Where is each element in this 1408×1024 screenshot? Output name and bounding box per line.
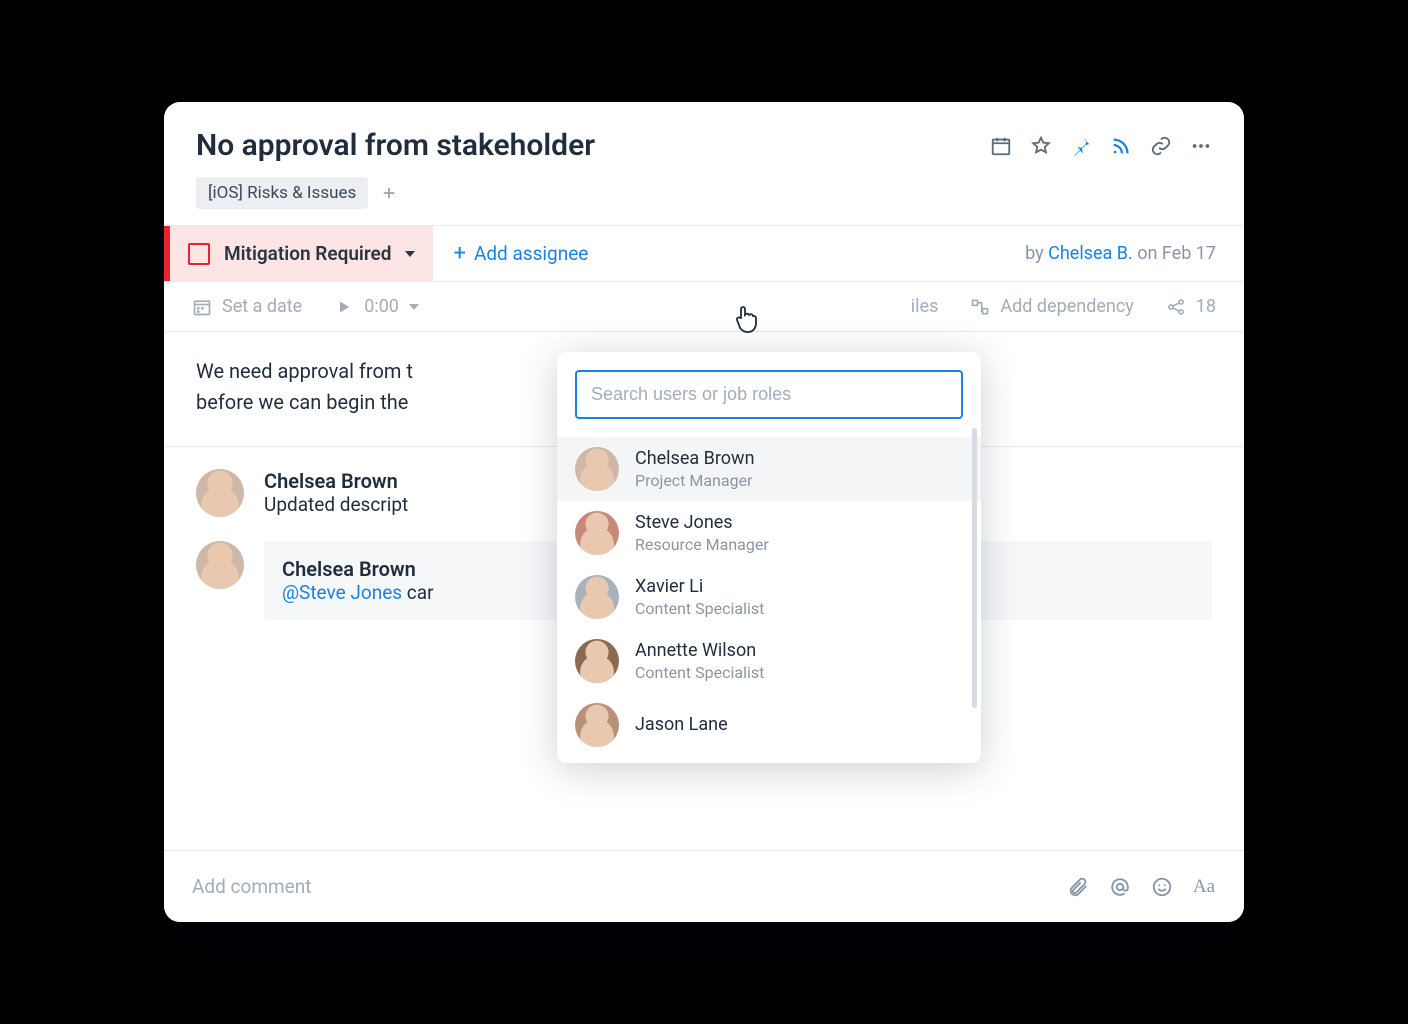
byline-author[interactable]: Chelsea B. <box>1048 243 1133 264</box>
status-label: Mitigation Required <box>224 242 391 265</box>
assignee-role: Project Manager <box>635 471 755 490</box>
more-icon[interactable] <box>1190 135 1212 157</box>
assignee-option[interactable]: Xavier LiContent Specialist <box>557 565 981 629</box>
share-icon <box>1166 297 1186 317</box>
task-title: No approval from stakeholder <box>196 128 990 163</box>
byline: by Chelsea B. on Feb 17 <box>997 227 1244 280</box>
assignee-role: Resource Manager <box>635 535 769 554</box>
assignee-name: Chelsea Brown <box>635 448 755 471</box>
avatar <box>196 541 244 589</box>
assignee-option[interactable]: Jason Lane <box>557 693 981 757</box>
assignee-option[interactable]: Steve JonesResource Manager <box>557 501 981 565</box>
assignee-role: Content Specialist <box>635 663 764 682</box>
comment-bar: Add comment Aa <box>164 850 1244 922</box>
mention[interactable]: @Steve Jones <box>282 581 402 604</box>
share-count: 18 <box>1196 296 1216 317</box>
time-tracking-button[interactable]: 0:00 <box>334 296 419 317</box>
scrollbar[interactable] <box>972 428 977 708</box>
comment-actions: Aa <box>1066 875 1216 899</box>
status-bar: Mitigation Required + Add assignee by Ch… <box>164 225 1244 282</box>
avatar <box>575 575 619 619</box>
attachment-icon[interactable] <box>1066 875 1090 899</box>
avatar <box>575 639 619 683</box>
calendar-icon[interactable] <box>990 135 1012 157</box>
avatar <box>575 447 619 491</box>
assignee-role: Content Specialist <box>635 599 764 618</box>
task-detail-window: No approval from stakeholder [iOS] Risks <box>164 102 1244 922</box>
byline-prefix: by <box>1025 243 1048 264</box>
assignee-option[interactable]: Annette WilsonContent Specialist <box>557 629 981 693</box>
meta-row: Set a date 0:00 iles Add dependency 18 <box>164 282 1244 332</box>
assignee-option[interactable]: Chelsea BrownProject Manager <box>557 437 981 501</box>
header: No approval from stakeholder <box>164 102 1244 177</box>
link-icon[interactable] <box>1150 135 1172 157</box>
time-label: 0:00 <box>364 296 399 317</box>
header-actions <box>990 135 1212 157</box>
pin-icon[interactable] <box>1070 135 1092 157</box>
avatar <box>575 511 619 555</box>
set-date-label: Set a date <box>222 296 302 317</box>
files-button[interactable]: iles <box>911 296 939 317</box>
chevron-down-icon <box>405 251 415 257</box>
plus-icon: + <box>453 243 465 265</box>
date-icon <box>192 297 212 317</box>
byline-date: on Feb 17 <box>1133 243 1216 264</box>
dependency-label: Add dependency <box>1000 296 1133 317</box>
assignee-search-input[interactable] <box>575 370 963 419</box>
assignee-name: Xavier Li <box>635 576 764 599</box>
add-dependency-button[interactable]: Add dependency <box>970 296 1133 317</box>
tags-row: [iOS] Risks & Issues <box>164 177 1244 225</box>
comment-input[interactable]: Add comment <box>192 875 1066 898</box>
chevron-down-icon <box>409 304 419 310</box>
add-assignee-label: Add assignee <box>474 242 588 265</box>
project-tag[interactable]: [iOS] Risks & Issues <box>196 177 368 209</box>
complete-checkbox[interactable] <box>188 243 210 265</box>
dependency-icon <box>970 297 990 317</box>
status-dropdown[interactable]: Mitigation Required <box>164 226 433 281</box>
files-label: iles <box>911 296 939 317</box>
emoji-icon[interactable] <box>1150 875 1174 899</box>
play-icon <box>334 297 354 317</box>
avatar <box>575 703 619 747</box>
format-icon[interactable]: Aa <box>1192 875 1216 899</box>
assignee-name: Jason Lane <box>635 714 728 737</box>
assignee-name: Steve Jones <box>635 512 769 535</box>
share-button[interactable]: 18 <box>1166 296 1216 317</box>
add-assignee-button[interactable]: + Add assignee <box>433 226 608 281</box>
avatar <box>196 469 244 517</box>
rss-icon[interactable] <box>1110 135 1132 157</box>
add-tag-button[interactable] <box>378 182 400 204</box>
assignee-name: Annette Wilson <box>635 640 764 663</box>
assignee-dropdown: Chelsea BrownProject Manager Steve Jones… <box>557 352 981 763</box>
mention-icon[interactable] <box>1108 875 1132 899</box>
set-date-button[interactable]: Set a date <box>192 296 302 317</box>
star-icon[interactable] <box>1030 135 1052 157</box>
assignee-list: Chelsea BrownProject Manager Steve Jones… <box>557 437 981 757</box>
